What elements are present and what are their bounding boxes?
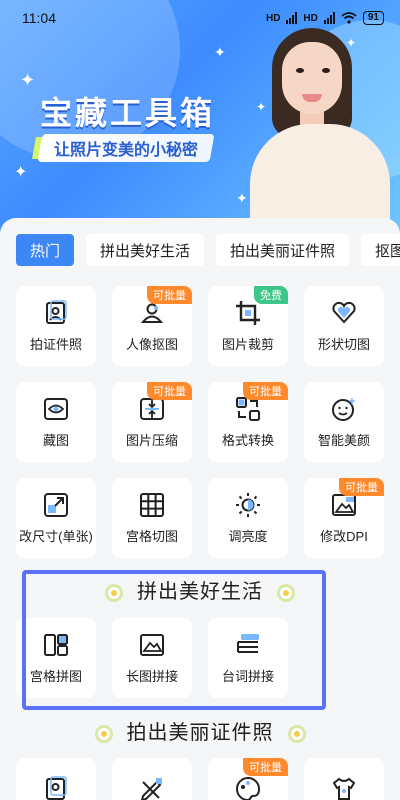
tab-cutout[interactable]: 抠图 — [361, 234, 400, 266]
model-portrait — [250, 28, 390, 234]
id-photo-icon — [43, 776, 69, 800]
flower-icon — [287, 724, 306, 743]
tab-id-photo[interactable]: 拍出美丽证件照 — [216, 234, 350, 266]
highlight-frame — [22, 570, 326, 710]
signal-icon-2 — [323, 12, 335, 24]
tool-label: 形状切图 — [317, 336, 370, 352]
batch-badge: 可批量 — [147, 286, 192, 304]
tool-label: 图片裁剪 — [221, 336, 274, 352]
pencil-ruler-icon — [139, 776, 165, 800]
crop-icon — [235, 300, 261, 326]
tool-pencil-ruler[interactable] — [112, 758, 192, 800]
heart-shape-icon — [331, 300, 357, 326]
network-hd-label: HD — [265, 12, 281, 24]
banner-title: 宝藏工具箱 — [40, 95, 216, 131]
tool-label: 调亮度 — [228, 528, 268, 544]
free-badge: 免费 — [254, 286, 288, 304]
wifi-icon — [341, 12, 357, 24]
shirt-icon — [331, 776, 357, 800]
battery-icon: 91 — [362, 11, 384, 25]
tool-shape-cut[interactable]: 形状切图 — [304, 286, 384, 366]
tool-id-photo-2[interactable] — [16, 758, 96, 800]
tool-hide-image[interactable]: 藏图 — [16, 382, 96, 462]
tool-change-dpi[interactable]: 可批量 修改DPI — [304, 478, 384, 558]
tool-crop[interactable]: 免费 图片裁剪 — [208, 286, 288, 366]
grid-cut-icon — [139, 492, 165, 518]
brightness-icon — [235, 492, 261, 518]
sparkle-icon: ✦ — [20, 70, 36, 90]
batch-badge: 可批量 — [339, 478, 384, 496]
tool-format-convert[interactable]: 可批量 格式转换 — [208, 382, 288, 462]
tools-grid: 拍证件照 可批量 人像抠图 免费 图片裁剪 形状切图 藏图 可批量 图片压缩 可… — [16, 286, 384, 558]
category-tabs: 热门 拼出美好生活 拍出美丽证件照 抠图 — [16, 234, 400, 266]
sparkle-icon: ✦ — [214, 44, 226, 60]
beauty-face-icon — [331, 396, 357, 422]
tool-label: 人像抠图 — [125, 336, 178, 352]
tool-grid-cut[interactable]: 宫格切图 — [112, 478, 192, 558]
tool-label: 智能美颜 — [317, 432, 370, 448]
banner-subtitle: 让照片变美的小秘密 — [37, 134, 215, 162]
tool-compress[interactable]: 可批量 图片压缩 — [112, 382, 192, 462]
batch-badge: 可批量 — [243, 758, 288, 776]
tab-hot[interactable]: 热门 — [16, 234, 75, 266]
palette-icon — [235, 776, 261, 800]
tool-resize[interactable]: 改尺寸(单张) — [16, 478, 96, 558]
tool-label: 格式转换 — [221, 432, 274, 448]
tool-smart-beauty[interactable]: 智能美颜 — [304, 382, 384, 462]
tool-label: 图片压缩 — [125, 432, 178, 448]
sparkle-icon: ✦ — [236, 190, 248, 206]
tab-collage[interactable]: 拼出美好生活 — [86, 234, 205, 266]
signal-icon — [286, 12, 298, 24]
hidden-eye-icon — [43, 396, 69, 422]
status-time: 11:04 — [22, 10, 56, 26]
id-photo-icon — [43, 299, 69, 326]
tool-label: 改尺寸(单张) — [19, 528, 93, 544]
flower-icon — [94, 724, 113, 743]
tool-label: 藏图 — [42, 432, 69, 448]
sparkle-icon: ✦ — [14, 164, 28, 181]
batch-badge: 可批量 — [147, 382, 192, 400]
tool-portrait-cutout[interactable]: 可批量 人像抠图 — [112, 286, 192, 366]
section-title-id-photo: 拍出美丽证件照 — [0, 716, 400, 745]
tool-id-photo[interactable]: 拍证件照 — [16, 286, 96, 366]
tool-brightness[interactable]: 调亮度 — [208, 478, 288, 558]
tool-label: 修改DPI — [320, 528, 368, 544]
tool-label: 拍证件照 — [29, 336, 82, 352]
id-photo-grid: 可批量 — [16, 758, 384, 800]
tool-shirt[interactable] — [304, 758, 384, 800]
batch-badge: 可批量 — [243, 382, 288, 400]
tool-palette[interactable]: 可批量 — [208, 758, 288, 800]
tool-label: 宫格切图 — [125, 528, 178, 544]
resize-icon — [43, 492, 69, 518]
network-hd-label-2: HD — [303, 12, 318, 24]
header-banner[interactable]: 11:04 HD HD 91 ✦ ✦ ✦ ✦ ✦ ✦ 宝藏工具箱 让照片变美的小… — [0, 0, 400, 240]
